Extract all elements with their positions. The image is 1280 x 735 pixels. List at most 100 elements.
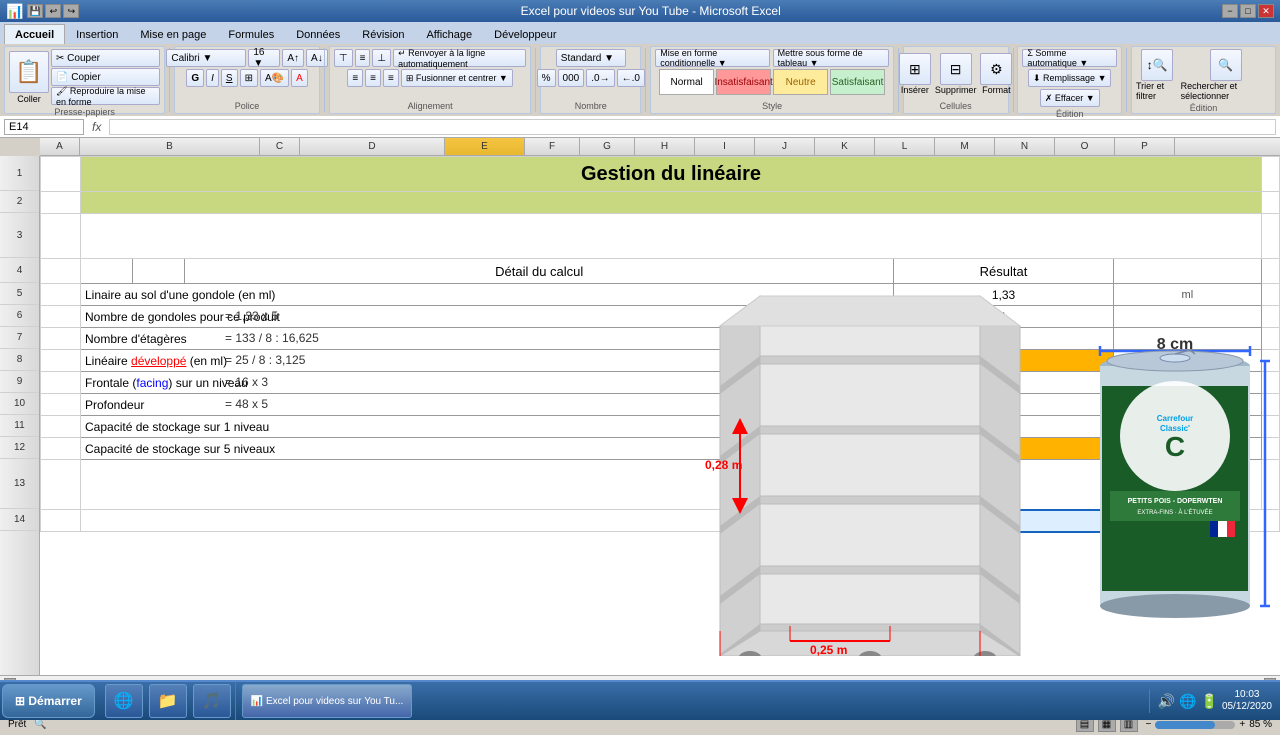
col-header-a[interactable]: A [40, 138, 80, 155]
cell-b4[interactable] [81, 259, 133, 284]
coller-button[interactable]: 📋 [9, 51, 49, 93]
cell-g2[interactable] [1261, 192, 1279, 214]
trier-filtrer-button[interactable]: ↕🔍 [1141, 49, 1173, 81]
reproduire-button[interactable]: 🖌 Reproduire la mise en forme [51, 87, 160, 105]
zoom-minus[interactable]: − [1146, 719, 1152, 730]
cell-g1[interactable] [1261, 157, 1279, 192]
row-num-12[interactable]: 12 [0, 437, 39, 459]
quick-access-undo[interactable]: ↩ [45, 4, 61, 18]
cell-a14[interactable] [41, 510, 81, 532]
tab-mise-en-page[interactable]: Mise en page [129, 24, 217, 44]
col-header-k[interactable]: K [815, 138, 875, 155]
conditional-format-button[interactable]: Mise en forme conditionnelle ▼ [655, 49, 769, 67]
cell-a6[interactable] [41, 306, 81, 328]
cell-a12[interactable] [41, 438, 81, 460]
cell-g4[interactable] [1261, 259, 1279, 284]
tab-accueil[interactable]: Accueil [4, 24, 65, 44]
comma-button[interactable]: 000 [558, 69, 585, 87]
main-grid-area[interactable]: Gestion du linéaire Détail du [40, 156, 1280, 675]
col-header-d[interactable]: D [300, 138, 445, 155]
fill-color-button[interactable]: A🎨 [260, 69, 289, 87]
zoom-plus[interactable]: + [1239, 719, 1245, 730]
cell-a3[interactable] [41, 214, 81, 259]
remplissage-button[interactable]: ⬇ Remplissage ▼ [1028, 69, 1111, 87]
align-center-button[interactable]: ≡ [365, 69, 381, 87]
rechercher-button[interactable]: 🔍 [1210, 49, 1242, 81]
row-num-5[interactable]: 5 [0, 283, 39, 305]
cell-a10[interactable] [41, 394, 81, 416]
font-name-selector[interactable]: Calibri ▼ [166, 49, 246, 67]
align-top-button[interactable]: ⊤ [334, 49, 353, 67]
taskbar-explorer[interactable]: 📁 [149, 684, 187, 718]
style-neutre-cell[interactable]: Neutre [773, 69, 828, 95]
quick-access-save[interactable]: 💾 [27, 4, 43, 18]
cell-a9[interactable] [41, 372, 81, 394]
minimize-button[interactable]: − [1222, 4, 1238, 18]
align-right-button[interactable]: ≡ [383, 69, 399, 87]
taskbar-media[interactable]: 🎵 [193, 684, 231, 718]
col-header-l[interactable]: L [875, 138, 935, 155]
tab-formules[interactable]: Formules [217, 24, 285, 44]
cell-b2[interactable] [81, 192, 1262, 214]
cell-f4[interactable] [1113, 259, 1261, 284]
increase-decimal-button[interactable]: .0→ [586, 69, 614, 87]
row-num-9[interactable]: 9 [0, 371, 39, 393]
cell-a13[interactable] [41, 460, 81, 510]
col-header-h[interactable]: H [635, 138, 695, 155]
underline-button[interactable]: S [221, 69, 238, 87]
cell-c4[interactable] [133, 259, 185, 284]
start-button[interactable]: ⊞ Démarrer [2, 684, 95, 718]
effacer-button[interactable]: ✗ Effacer ▼ [1040, 89, 1100, 107]
col-header-g[interactable]: G [580, 138, 635, 155]
cell-a7[interactable] [41, 328, 81, 350]
cell-a4[interactable] [41, 259, 81, 284]
somme-auto-button[interactable]: Σ Somme automatique ▼ [1022, 49, 1117, 67]
col-header-n[interactable]: N [995, 138, 1055, 155]
row-num-3[interactable]: 3 [0, 213, 39, 258]
col-header-m[interactable]: M [935, 138, 995, 155]
row-num-10[interactable]: 10 [0, 393, 39, 415]
font-size-selector[interactable]: 16 ▼ [248, 49, 280, 67]
row-num-14[interactable]: 14 [0, 509, 39, 531]
tab-revision[interactable]: Révision [351, 24, 415, 44]
row-num-6[interactable]: 6 [0, 305, 39, 327]
formula-input[interactable] [109, 119, 1276, 135]
border-button[interactable]: ⊞ [240, 69, 258, 87]
copier-button[interactable]: 📄 Copier [51, 68, 160, 86]
format-button[interactable]: ⚙ [980, 53, 1012, 85]
col-header-j[interactable]: J [755, 138, 815, 155]
row-num-4[interactable]: 4 [0, 258, 39, 283]
number-format-selector[interactable]: Standard ▼ [556, 49, 626, 67]
cell-a8[interactable] [41, 350, 81, 372]
couper-button[interactable]: ✂ Couper [51, 49, 160, 67]
bold-button[interactable]: G [186, 69, 204, 87]
zoom-slider[interactable] [1155, 721, 1235, 729]
col-header-c[interactable]: C [260, 138, 300, 155]
cell-a1[interactable] [41, 157, 81, 192]
row-num-2[interactable]: 2 [0, 191, 39, 213]
cell-reference-input[interactable]: E14 [4, 119, 84, 135]
cell-d4[interactable]: Détail du calcul [185, 259, 894, 284]
align-left-button[interactable]: ≡ [347, 69, 363, 87]
align-bottom-button[interactable]: ⊥ [372, 49, 391, 67]
font-color-button[interactable]: A [291, 69, 308, 87]
row-num-1[interactable]: 1 [0, 156, 39, 191]
row-num-8[interactable]: 8 [0, 349, 39, 371]
col-header-o[interactable]: O [1055, 138, 1115, 155]
supprimer-button[interactable]: ⊟ [940, 53, 972, 85]
zoom-control[interactable]: − + 85 % [1146, 719, 1272, 730]
quick-access-redo[interactable]: ↪ [63, 4, 79, 18]
cell-b3[interactable] [81, 214, 1262, 259]
col-header-i[interactable]: I [695, 138, 755, 155]
font-grow-button[interactable]: A↑ [282, 49, 304, 67]
row-num-13[interactable]: 13 [0, 459, 39, 509]
italic-button[interactable]: I [206, 69, 219, 87]
align-middle-button[interactable]: ≡ [355, 49, 371, 67]
cell-a5[interactable] [41, 284, 81, 306]
col-header-f[interactable]: F [525, 138, 580, 155]
col-header-e[interactable]: E [445, 138, 525, 155]
cell-a11[interactable] [41, 416, 81, 438]
inserer-button[interactable]: ⊞ [899, 53, 931, 85]
decrease-decimal-button[interactable]: ←.0 [617, 69, 645, 87]
taskbar-ie[interactable]: 🌐 [105, 684, 143, 718]
